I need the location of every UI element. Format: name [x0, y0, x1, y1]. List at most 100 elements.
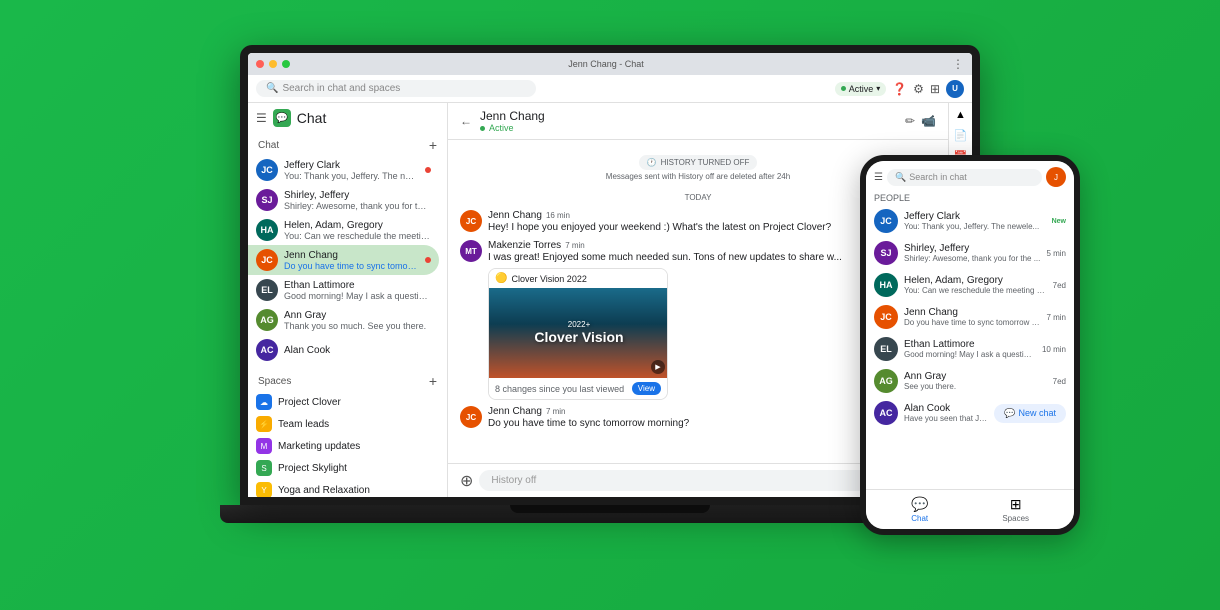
sidebar-item-project-clover[interactable]: ☁ Project Clover [248, 391, 447, 413]
sidebar-item-marketing[interactable]: M Marketing updates [248, 435, 447, 457]
phone-list-item[interactable]: SJ Shirley, Jeffery Shirley: Awesome, th… [866, 237, 1074, 269]
message-time: 7 min [565, 241, 585, 250]
phone-contact-info: Shirley, Jeffery Shirley: Awesome, thank… [904, 243, 1040, 263]
message-sender: Jenn Chang [488, 406, 542, 417]
sidebar-item-helen[interactable]: HA Helen, Adam, Gregory You: Can we resc… [248, 215, 439, 245]
card-year: 2022+ [534, 320, 623, 330]
new-chat-button[interactable]: 💬 New chat [994, 404, 1066, 423]
sidebar-item-jenn-chang[interactable]: JC Jenn Chang Do you have time to sync t… [248, 245, 439, 275]
settings-icon[interactable]: ⚙ [913, 82, 924, 96]
add-chat-button[interactable]: + [429, 137, 437, 153]
spaces-section-header: Spaces + [248, 369, 447, 391]
phone-search-input[interactable]: 🔍 Search in chat [887, 169, 1042, 186]
phone-list-item[interactable]: AC Alan Cook Have you seen that Jack som… [866, 397, 1074, 429]
phone-list-item[interactable]: EL Ethan Lattimore Good morning! May I a… [866, 333, 1074, 365]
help-icon[interactable]: ❓ [892, 82, 907, 96]
docs-icon[interactable]: 📄 [954, 129, 968, 142]
unread-indicator [425, 167, 431, 173]
phone-tab-chat[interactable]: 💬 Chat [911, 496, 928, 523]
sidebar-item-shirley[interactable]: SJ Shirley, Jeffery Shirley: Awesome, th… [248, 185, 439, 215]
sidebar-item-alan[interactable]: AC Alan Cook [248, 335, 439, 365]
avatar: HA [256, 219, 278, 241]
spaces-tab-label: Spaces [1002, 514, 1029, 523]
add-space-button[interactable]: + [429, 373, 437, 389]
chat-preview: Do you have time to sync tomorrow mor... [284, 261, 419, 271]
sidebar-item-jeffery-clark[interactable]: JC Jeffery Clark You: Thank you, Jeffery… [248, 155, 439, 185]
header-icons: ✏ 📹 [905, 114, 936, 128]
close-button[interactable] [256, 60, 264, 68]
unread-indicator [425, 257, 431, 263]
space-name: Yoga and Relaxation [278, 485, 370, 496]
chat-info: Ann Gray Thank you so much. See you ther… [284, 310, 431, 331]
space-icon: S [256, 460, 272, 476]
phone-time: 10 min [1042, 345, 1066, 354]
phone-bottom-bar: 💬 Chat ⊞ Spaces [866, 489, 1074, 529]
chat-icon: 💬 [1004, 408, 1015, 419]
view-button[interactable]: View [632, 382, 661, 395]
phone-list-item[interactable]: HA Helen, Adam, Gregory You: Can we resc… [866, 269, 1074, 301]
phone-contact-preview: Do you have time to sync tomorrow mor... [904, 318, 1040, 327]
phone-contact-preview: Have you seen that Jack someone... [904, 414, 988, 423]
phone-hamburger[interactable]: ☰ [874, 172, 883, 183]
card-thumbnail: 2022+ Clover Vision ▶ [489, 288, 668, 378]
phone-time: 7 min [1046, 313, 1066, 322]
phone-avatar: EL [874, 337, 898, 361]
sidebar-item-ethan[interactable]: EL Ethan Lattimore Good morning! May I a… [248, 275, 439, 305]
sidebar-item-team-leads[interactable]: ⚡ Team leads [248, 413, 447, 435]
chat-info: Jeffery Clark You: Thank you, Jeffery. T… [284, 160, 419, 181]
phone-meta: 7ed [1053, 377, 1066, 386]
avatar: EL [256, 279, 278, 301]
chat-name: Shirley, Jeffery [284, 190, 431, 201]
space-name: Marketing updates [278, 441, 360, 452]
phone-list-item[interactable]: JC Jeffery Clark You: Thank you, Jeffery… [866, 205, 1074, 237]
chat-preview: Good morning! May I ask a question? [284, 291, 431, 301]
message-sender: Jenn Chang [488, 210, 542, 221]
phone-section-label: PEOPLE [866, 191, 1074, 205]
search-placeholder: Search in chat and spaces [282, 83, 400, 94]
phone-meta: 7ed [1053, 281, 1066, 290]
drive-icon[interactable]: ▲ [955, 109, 966, 121]
chat-tab-label: Chat [911, 514, 928, 523]
contact-name: Jenn Chang [480, 109, 897, 123]
phone-tab-spaces[interactable]: ⊞ Spaces [1002, 496, 1029, 523]
edit-icon[interactable]: ✏ [905, 114, 915, 128]
sidebar: ☰ 💬 Chat Chat + JC Jeffery Clark You: Th… [248, 103, 448, 497]
phone-list-item[interactable]: JC Jenn Chang Do you have time to sync t… [866, 301, 1074, 333]
sidebar-item-yoga[interactable]: Y Yoga and Relaxation [248, 479, 447, 497]
user-avatar[interactable]: U [946, 80, 964, 98]
phone-contact-preview: Good morning! May I ask a question? [904, 350, 1036, 359]
status-dot [841, 86, 846, 91]
phone-time: 7ed [1053, 377, 1066, 386]
back-button[interactable]: ← [460, 114, 472, 128]
phone-list-item[interactable]: AG Ann Gray See you there. 7ed [866, 365, 1074, 397]
chat-info: Alan Cook [284, 345, 431, 356]
search-icon: 🔍 [895, 172, 906, 183]
chat-preview: You: Thank you, Jeffery. The newe... [284, 171, 419, 181]
slides-icon: 🟡 [495, 273, 507, 284]
search-icon: 🔍 [266, 83, 278, 94]
phone-contact-name: Ann Gray [904, 371, 1047, 382]
sidebar-item-skylight[interactable]: S Project Skylight [248, 457, 447, 479]
window-menu[interactable]: ⋮ [952, 57, 964, 71]
phone-time: 7ed [1053, 281, 1066, 290]
phone-time: 5 min [1046, 249, 1066, 258]
new-badge: New [1052, 218, 1066, 225]
status-chip[interactable]: Active ▾ [835, 82, 887, 96]
play-button[interactable]: ▶ [651, 360, 665, 374]
phone-contact-name: Jeffery Clark [904, 211, 1046, 222]
add-attachment-button[interactable]: ⊕ [460, 471, 473, 491]
phone-user-avatar[interactable]: J [1046, 167, 1066, 187]
top-bar-right: Active ▾ ❓ ⚙ ⊞ U [835, 80, 964, 98]
chat-name: Helen, Adam, Gregory [284, 220, 431, 231]
video-call-icon[interactable]: 📹 [921, 114, 936, 128]
hamburger-icon[interactable]: ☰ [256, 111, 267, 125]
chat-info: Ethan Lattimore Good morning! May I ask … [284, 280, 431, 301]
apps-icon[interactable]: ⊞ [930, 82, 940, 96]
sidebar-item-ann[interactable]: AG Ann Gray Thank you so much. See you t… [248, 305, 439, 335]
clock-icon: 🕐 [647, 158, 657, 167]
chevron-down-icon: ▾ [876, 84, 880, 93]
space-name: Team leads [278, 419, 329, 430]
avatar: JC [256, 249, 278, 271]
global-search-bar[interactable]: 🔍 Search in chat and spaces [256, 80, 536, 97]
card-attachment[interactable]: 🟡 Clover Vision 2022 2022+ Clover Vision [488, 268, 668, 400]
